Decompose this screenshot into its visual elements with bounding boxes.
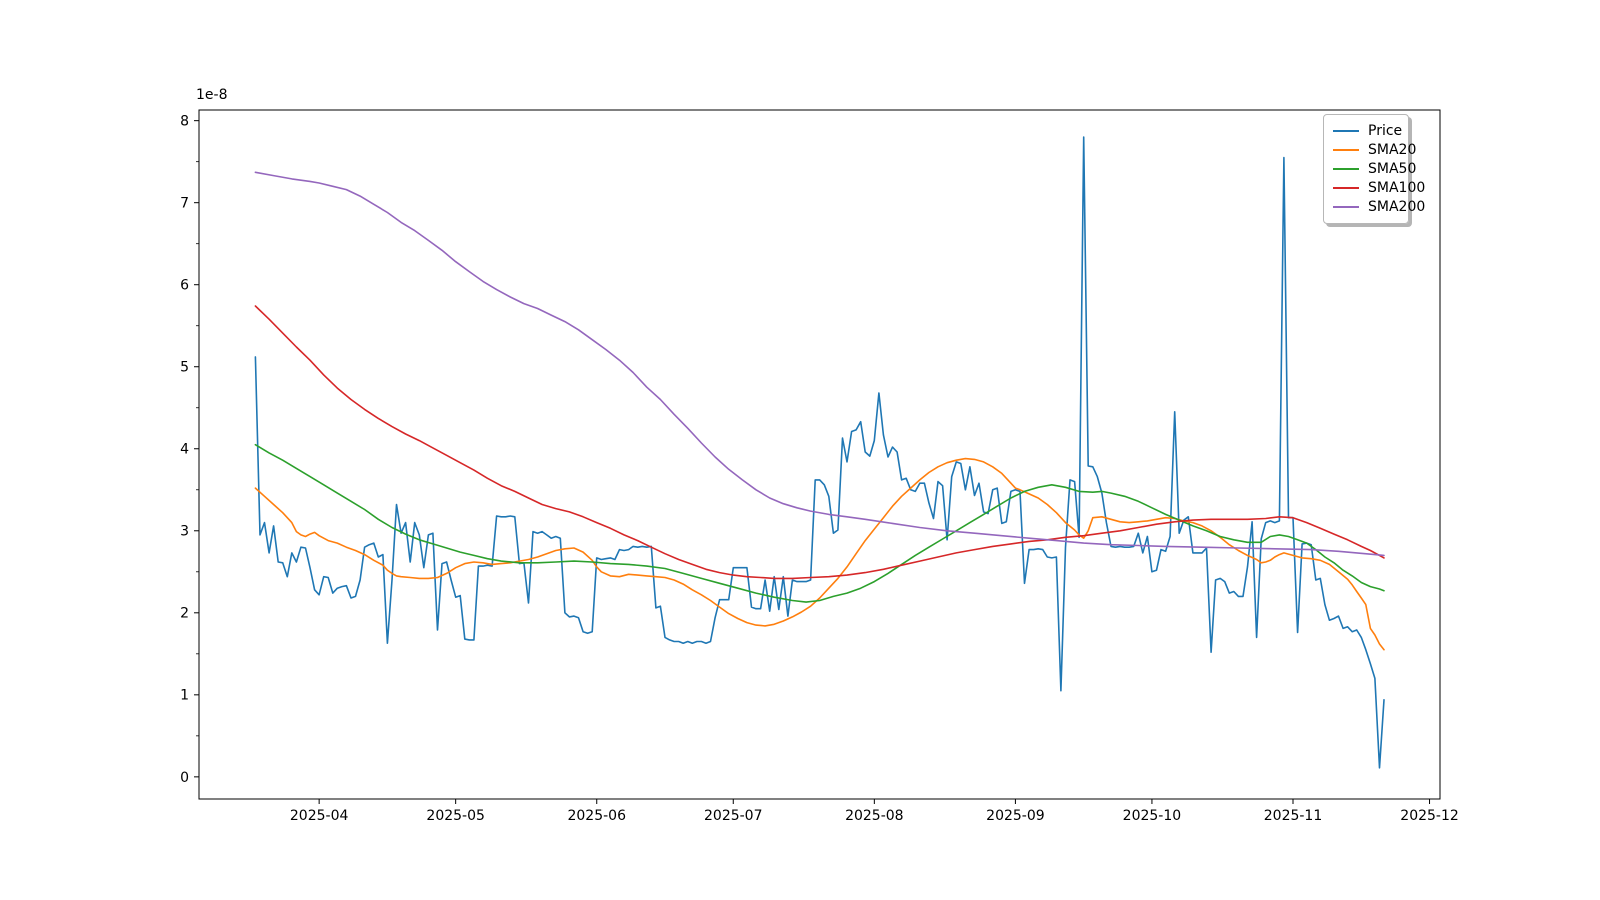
y-tick-label: 5 xyxy=(180,360,189,376)
legend-entry-sma100[interactable]: SMA100 xyxy=(1333,178,1425,197)
axes-spines xyxy=(198,109,1441,800)
legend-label-price: Price xyxy=(1368,123,1403,140)
y-tick-label: 1 xyxy=(180,688,189,704)
legend-label-sma100: SMA100 xyxy=(1368,179,1426,196)
legend-label-sma50: SMA50 xyxy=(1368,160,1417,177)
y-tick-label: 3 xyxy=(180,524,189,540)
y-tick-label: 0 xyxy=(180,770,189,786)
sma200-line xyxy=(254,171,1385,557)
legend-entry-price[interactable]: Price xyxy=(1333,122,1402,141)
x-axis: 2025-04 2025-05 2025-06 2025-07 2025-08 2025-… xyxy=(290,799,1459,824)
x-tick-label: 2025-05 xyxy=(426,808,485,824)
x-tick-label: 2025-08 xyxy=(845,808,904,824)
price-line-swatch xyxy=(1333,130,1359,133)
y-tick-label: 4 xyxy=(180,442,189,458)
sma100-line xyxy=(254,305,1385,580)
figure-canvas: 2025-04 2025-05 2025-06 2025-07 2025-08 2025-… xyxy=(0,0,1600,900)
x-tick-label: 2025-10 xyxy=(1123,808,1182,824)
sma20-line xyxy=(254,457,1385,651)
x-tick-label: 2025-09 xyxy=(986,808,1045,824)
sma20-line-swatch xyxy=(1333,149,1359,152)
legend-entry-sma50[interactable]: SMA50 xyxy=(1333,160,1416,179)
y-axis-offset-text: 1e-8 xyxy=(196,87,227,103)
legend-label-sma20: SMA20 xyxy=(1368,142,1417,159)
y-tick-label: 7 xyxy=(180,196,189,212)
sma200-line-swatch xyxy=(1333,205,1359,208)
legend-entry-sma20[interactable]: SMA20 xyxy=(1333,141,1416,160)
sma100-line-swatch xyxy=(1333,186,1359,189)
legend[interactable]: Price SMA20 SMA50 SMA100 SMA200 xyxy=(1323,114,1425,224)
sma50-line-swatch xyxy=(1333,167,1359,170)
y-axis: 0 1 2 3 4 5 6 7 8 xyxy=(180,114,199,786)
x-tick-label: 2025-04 xyxy=(290,808,349,824)
y-tick-label: 2 xyxy=(180,606,189,622)
price-line xyxy=(254,136,1385,769)
x-tick-label: 2025-06 xyxy=(567,808,626,824)
x-tick-label: 2025-11 xyxy=(1264,808,1323,824)
legend-label-sma200: SMA200 xyxy=(1368,198,1426,215)
y-tick-label: 6 xyxy=(180,278,189,294)
legend-entry-sma200[interactable]: SMA200 xyxy=(1333,197,1425,216)
y-tick-label: 8 xyxy=(180,114,189,130)
x-tick-label: 2025-07 xyxy=(704,808,763,824)
x-tick-label: 2025-12 xyxy=(1400,808,1459,824)
